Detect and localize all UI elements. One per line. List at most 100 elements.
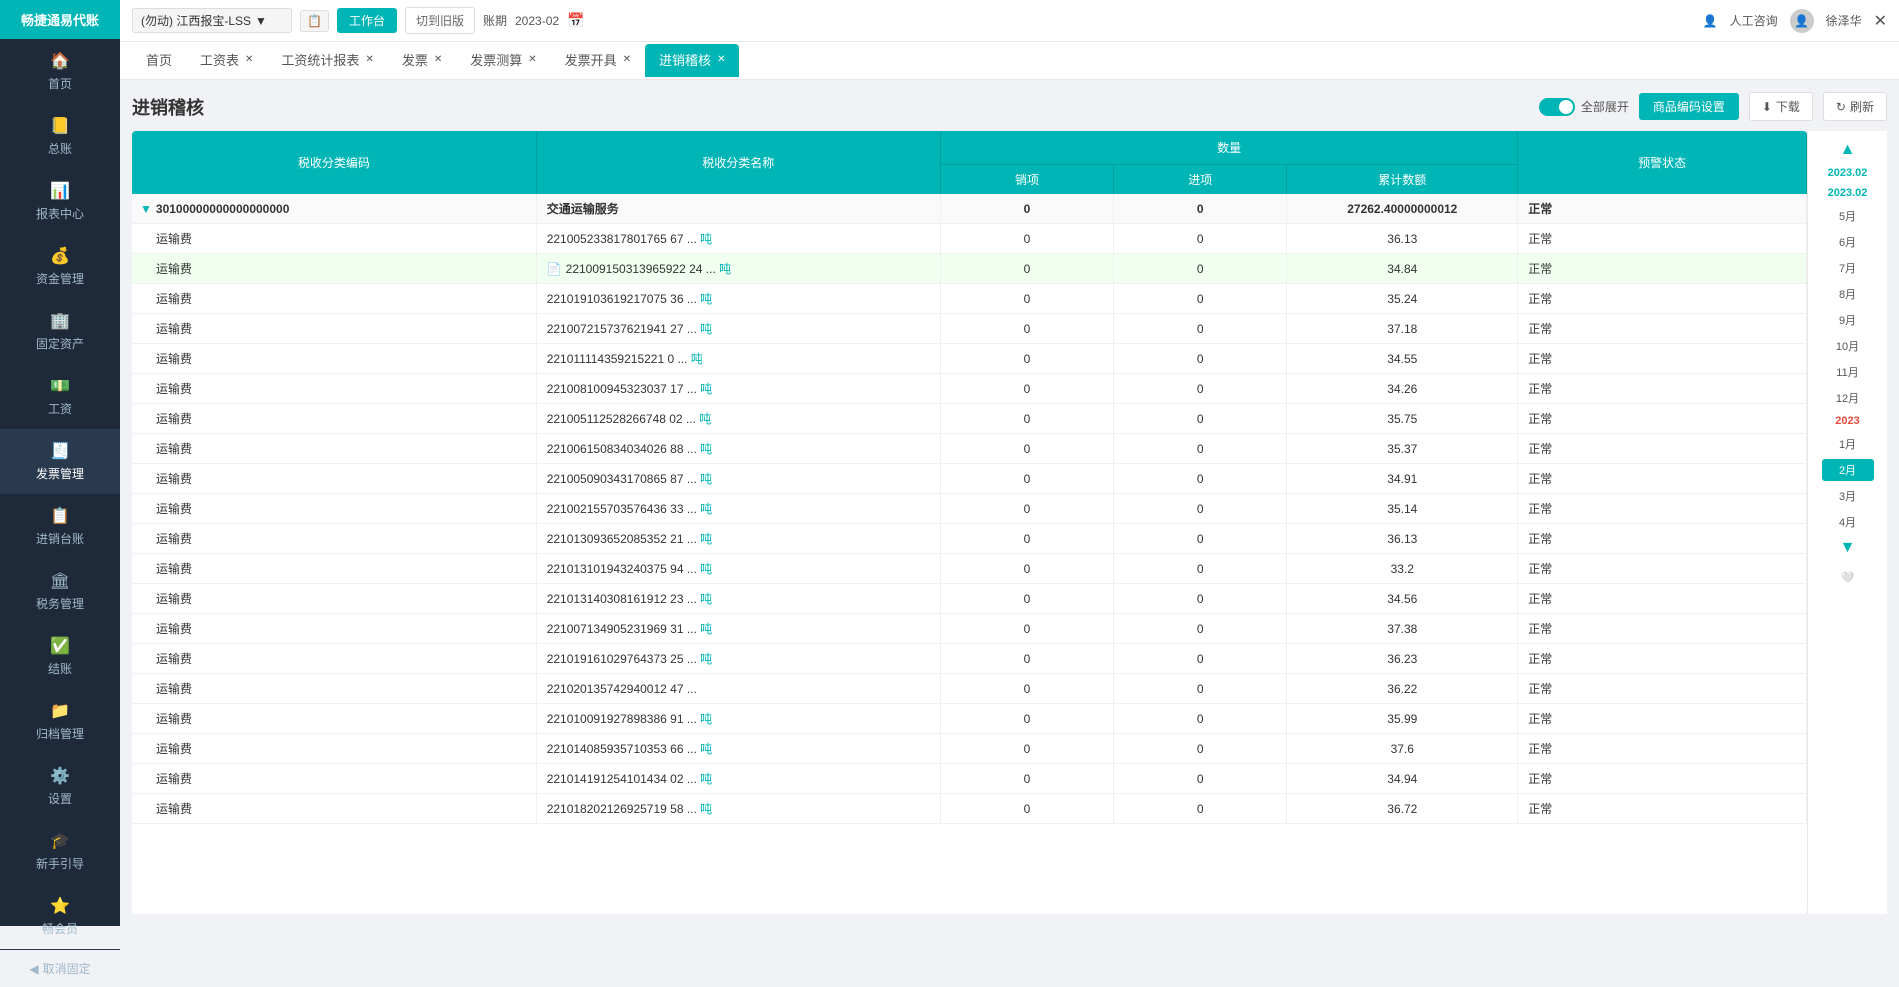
tab-home[interactable]: 首页: [132, 44, 186, 77]
table-cell-sales: 0: [940, 344, 1113, 374]
settings-button[interactable]: 商品编码设置: [1639, 93, 1739, 120]
month-12[interactable]: 12月: [1822, 387, 1874, 409]
sidebar-item-label: 首页: [48, 75, 72, 92]
expand-toggle[interactable]: [1539, 98, 1575, 116]
tab-invoice-calc[interactable]: 发票测算 ✕: [456, 44, 550, 77]
tabbar: 首页 工资表 ✕ 工资统计报表 ✕ 发票 ✕ 发票测算 ✕ 发票开具 ✕ 进销稽…: [120, 42, 1899, 80]
table-cell-item-name: 运输费: [132, 464, 536, 494]
tab-invoice-calc-close[interactable]: ✕: [528, 54, 536, 65]
table-cell-item-name: 运输费: [132, 434, 536, 464]
tab-invoice[interactable]: 发票 ✕: [388, 44, 456, 77]
sidebar-item-invoice[interactable]: 🧾 发票管理: [0, 429, 120, 494]
th-tax-name: 税收分类名称: [536, 131, 940, 194]
th-sales: 销项: [940, 165, 1113, 195]
tab-salary-table[interactable]: 工资表 ✕: [186, 44, 267, 77]
table-cell-status: 正常: [1518, 494, 1807, 524]
table-cell-code: ▼30100000000000000000: [132, 194, 536, 224]
table-cell-tax-code: 221020135742940012 47 ...: [536, 674, 940, 704]
sidebar-item-label: 进销台账: [36, 530, 84, 547]
sidebar-item-tax[interactable]: 🏛 税务管理: [0, 559, 120, 624]
table-cell-tax-code: 221019161029764373 25 ... 吨: [536, 644, 940, 674]
month-3[interactable]: 3月: [1822, 485, 1874, 507]
table-cell-input: 0: [1114, 794, 1287, 824]
calendar-icon[interactable]: 📅: [567, 12, 584, 29]
tab-sales-check[interactable]: 进销稽核 ✕: [645, 44, 739, 77]
unpin-button[interactable]: ◀ 取消固定: [0, 949, 120, 987]
month-9[interactable]: 9月: [1822, 309, 1874, 331]
tab-salary-table-close[interactable]: ✕: [245, 54, 253, 65]
table-cell-total: 36.72: [1287, 794, 1518, 824]
table-cell-total: 36.13: [1287, 524, 1518, 554]
heart-icon: 🤍: [1841, 571, 1855, 584]
table-cell-status: 正常: [1518, 734, 1807, 764]
table-cell-sales: 0: [940, 194, 1113, 224]
salary-icon: 💵: [50, 376, 70, 396]
month-10[interactable]: 10月: [1822, 335, 1874, 357]
table-cell-input: 0: [1114, 374, 1287, 404]
table-cell-tax-code: 221006150834034026 88 ... 吨: [536, 434, 940, 464]
sidebar-item-ledger[interactable]: 📒 总账: [0, 104, 120, 169]
table-cell-sales: 0: [940, 524, 1113, 554]
tab-salary-stats-label: 工资统计报表: [281, 50, 359, 69]
switch-old-button[interactable]: 切到旧版: [405, 7, 475, 34]
settings-icon: ⚙️: [50, 766, 70, 786]
table-cell-item-name: 运输费: [132, 554, 536, 584]
sidebar-item-fixed[interactable]: 🏢 固定资产: [0, 299, 120, 364]
table-cell-input: 0: [1114, 224, 1287, 254]
month-8[interactable]: 8月: [1822, 283, 1874, 305]
table-cell-item-name: 运输费: [132, 764, 536, 794]
sidebar-item-settings[interactable]: ⚙️ 设置: [0, 754, 120, 819]
tab-home-label: 首页: [146, 50, 172, 69]
month-6[interactable]: 6月: [1822, 231, 1874, 253]
table-cell-input: 0: [1114, 614, 1287, 644]
tab-sales-check-close[interactable]: ✕: [717, 54, 725, 65]
sidebar-item-capital[interactable]: 💰 资金管理: [0, 234, 120, 299]
sidebar-item-sales[interactable]: 📋 进销台账: [0, 494, 120, 559]
sidebar-item-member[interactable]: ⭐ 畅会员: [0, 884, 120, 949]
download-button[interactable]: ⬇ 下载: [1749, 92, 1813, 121]
tab-invoice-open[interactable]: 发票开具 ✕: [551, 44, 645, 77]
month-2-current[interactable]: 2月: [1822, 459, 1874, 481]
table-cell-total: 34.55: [1287, 344, 1518, 374]
table-cell-total: 35.99: [1287, 704, 1518, 734]
tab-salary-table-label: 工资表: [200, 50, 239, 69]
copy-button[interactable]: 📋: [300, 10, 329, 32]
table-cell-input: 0: [1114, 404, 1287, 434]
sidebar-item-home[interactable]: 🏠 首页: [0, 39, 120, 104]
refresh-button[interactable]: ↻ 刷新: [1823, 92, 1887, 121]
sidebar-item-settle[interactable]: ✅ 结账: [0, 624, 120, 689]
table-cell-sales: 0: [940, 584, 1113, 614]
support-label[interactable]: 人工咨询: [1730, 12, 1778, 29]
reports-icon: 📊: [50, 181, 70, 201]
download-icon: ⬇: [1762, 100, 1772, 114]
month-1[interactable]: 1月: [1822, 433, 1874, 455]
table-cell-status: 正常: [1518, 704, 1807, 734]
table-cell-item-name: 运输费: [132, 614, 536, 644]
company-selector[interactable]: (勿动) 江西报宝-LSS ▼: [132, 8, 292, 33]
table-cell-sales: 0: [940, 224, 1113, 254]
month-4[interactable]: 4月: [1822, 511, 1874, 533]
month-5[interactable]: 5月: [1822, 205, 1874, 227]
tab-invoice-close[interactable]: ✕: [434, 54, 442, 65]
unpin-icon: ◀: [29, 962, 38, 976]
sidebar-item-salary[interactable]: 💵 工资: [0, 364, 120, 429]
month-7[interactable]: 7月: [1822, 257, 1874, 279]
th-quantity-group: 数量: [940, 131, 1517, 165]
tab-invoice-open-close[interactable]: ✕: [623, 54, 631, 65]
close-icon[interactable]: ✕: [1874, 11, 1887, 31]
nav-down-button[interactable]: ▼: [1838, 537, 1858, 559]
sidebar-item-guide[interactable]: 🎓 新手引导: [0, 819, 120, 884]
topbar: (勿动) 江西报宝-LSS ▼ 📋 工作台 切到旧版 账期 2023-02 📅 …: [120, 0, 1899, 42]
table-cell-item-name: 运输费: [132, 404, 536, 434]
table-cell-item-name: 运输费: [132, 374, 536, 404]
table-cell-input: 0: [1114, 584, 1287, 614]
tab-salary-stats[interactable]: 工资统计报表 ✕: [267, 44, 387, 77]
table-cell-input: 0: [1114, 434, 1287, 464]
tab-salary-stats-close[interactable]: ✕: [365, 54, 373, 65]
workbench-button[interactable]: 工作台: [337, 8, 397, 33]
sidebar-item-reports[interactable]: 📊 报表中心: [0, 169, 120, 234]
page-actions: 全部展开 商品编码设置 ⬇ 下载 ↻ 刷新: [1539, 92, 1887, 121]
nav-up-button[interactable]: ▲: [1838, 139, 1858, 161]
sidebar-item-archive[interactable]: 📁 归档管理: [0, 689, 120, 754]
month-11[interactable]: 11月: [1822, 361, 1874, 383]
